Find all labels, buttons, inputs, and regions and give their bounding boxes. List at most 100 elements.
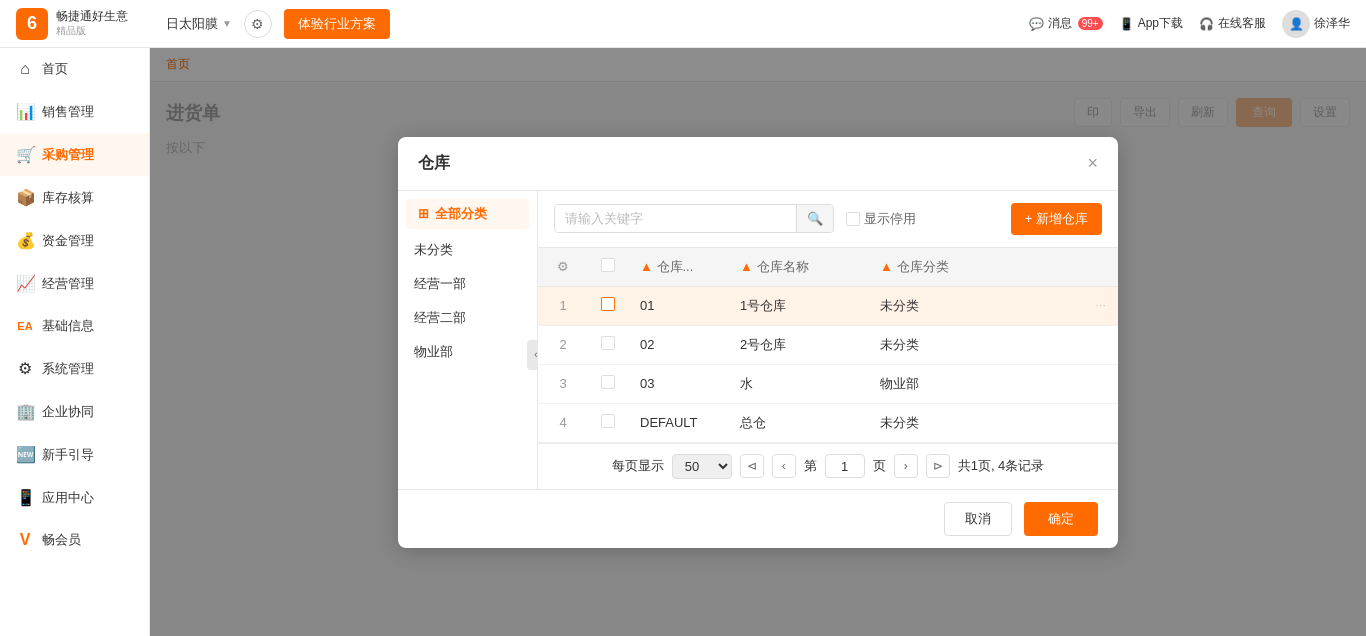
- sidebar-label-enterprise: 企业协同: [42, 403, 94, 421]
- sidebar-item-basic[interactable]: EA 基础信息: [0, 305, 149, 347]
- cell-code: 03: [628, 364, 728, 403]
- modal-close-button[interactable]: ×: [1087, 153, 1098, 174]
- cell-checkbox[interactable]: [588, 403, 628, 442]
- confirm-button[interactable]: 确定: [1024, 502, 1098, 536]
- notification-item[interactable]: 💬 消息 99+: [1029, 15, 1103, 32]
- sort-icon-code: ▲: [640, 259, 653, 274]
- sidebar-label-guide: 新手引导: [42, 446, 94, 464]
- search-input[interactable]: [555, 205, 796, 232]
- next-page-button[interactable]: ›: [894, 454, 918, 478]
- row-checkbox[interactable]: [601, 375, 615, 389]
- more-options[interactable]: ···: [1095, 297, 1106, 312]
- guide-icon: 🆕: [16, 445, 34, 464]
- sidebar-item-finance[interactable]: 💰 资金管理: [0, 219, 149, 262]
- category-item-property[interactable]: 物业部: [398, 335, 537, 369]
- warehouse-table: ⚙ ▲ 仓库...: [538, 248, 1118, 443]
- inventory-icon: 📦: [16, 188, 34, 207]
- sidebar-item-sales[interactable]: 📊 销售管理: [0, 90, 149, 133]
- finance-icon: 💰: [16, 231, 34, 250]
- th-name: ▲ 仓库名称: [728, 248, 868, 287]
- trial-button[interactable]: 体验行业方案: [284, 9, 390, 39]
- sidebar-item-member[interactable]: V 畅会员: [0, 519, 149, 561]
- sidebar-label-sales: 销售管理: [42, 103, 94, 121]
- category-item-ops1[interactable]: 经营一部: [398, 267, 537, 301]
- cell-index: 2: [538, 325, 588, 364]
- category-item-unclassified[interactable]: 未分类: [398, 233, 537, 267]
- user-profile-item[interactable]: 👤 徐泽华: [1282, 10, 1350, 38]
- cell-name: 水: [728, 364, 868, 403]
- collapse-button[interactable]: «: [527, 340, 538, 370]
- category-all-item[interactable]: ⊞ 全部分类: [406, 199, 529, 229]
- home-icon: ⌂: [16, 60, 34, 78]
- app-download-item[interactable]: 📱 App下载: [1119, 15, 1183, 32]
- sidebar-item-inventory[interactable]: 📦 库存核算: [0, 176, 149, 219]
- enterprise-icon: 🏢: [16, 402, 34, 421]
- cancel-button[interactable]: 取消: [944, 502, 1012, 536]
- cell-checkbox[interactable]: [588, 325, 628, 364]
- sidebar-item-system[interactable]: ⚙ 系统管理: [0, 347, 149, 390]
- online-service-item[interactable]: 🎧 在线客服: [1199, 15, 1266, 32]
- table-row[interactable]: 1 01 1号仓库 未分类 ···: [538, 286, 1118, 325]
- company-name: 畅捷通好生意: [56, 9, 128, 25]
- add-warehouse-button[interactable]: + 新增仓库: [1011, 203, 1102, 235]
- per-page-label: 每页显示: [612, 457, 664, 475]
- show-disabled-checkbox[interactable]: [846, 212, 860, 226]
- cell-checkbox[interactable]: [588, 286, 628, 325]
- branch-selector[interactable]: 日太阳膜 ▼: [166, 15, 232, 33]
- cell-checkbox[interactable]: [588, 364, 628, 403]
- th-code: ▲ 仓库...: [628, 248, 728, 287]
- page-word: 第: [804, 457, 817, 475]
- table-row[interactable]: 3 03 水 物业部: [538, 364, 1118, 403]
- category-item-ops2[interactable]: 经营二部: [398, 301, 537, 335]
- warehouse-modal: 仓库 × ⊞ 全部分类 未分类 经营一部 经营二部 物业部: [398, 137, 1118, 548]
- th-category-label: 仓库分类: [897, 259, 949, 274]
- sidebar-label-member: 畅会员: [42, 531, 81, 549]
- search-button[interactable]: 🔍: [796, 205, 833, 232]
- modal-header: 仓库 ×: [398, 137, 1118, 191]
- search-box: 🔍: [554, 204, 834, 233]
- cell-index: 4: [538, 403, 588, 442]
- notification-label: 消息: [1048, 15, 1072, 32]
- sidebar-label-purchase: 采购管理: [42, 146, 94, 164]
- sidebar-item-operations[interactable]: 📈 经营管理: [0, 262, 149, 305]
- online-service-label: 在线客服: [1218, 15, 1266, 32]
- row-checkbox[interactable]: [601, 297, 615, 311]
- sidebar-item-enterprise[interactable]: 🏢 企业协同: [0, 390, 149, 433]
- sidebar: ⌂ 首页 📊 销售管理 🛒 采购管理 📦 库存核算 💰 资金管理 📈 经营管理 …: [0, 48, 150, 636]
- row-checkbox[interactable]: [601, 414, 615, 428]
- grid-icon: ⊞: [418, 206, 429, 221]
- th-code-label: 仓库...: [657, 259, 694, 274]
- th-checkbox: [588, 248, 628, 287]
- content-area: 首页 进货单 印 导出 刷新 查询 设置 按以下 仓库: [150, 48, 1366, 636]
- first-page-button[interactable]: ⊲: [740, 454, 764, 478]
- sidebar-item-home[interactable]: ⌂ 首页: [0, 48, 149, 90]
- top-header: 6 畅捷通好生意 精品版 日太阳膜 ▼ ⚙ 体验行业方案 💬 消息 99+ 📱 …: [0, 0, 1366, 48]
- show-disabled-toggle[interactable]: 显示停用: [846, 210, 916, 228]
- settings-icon: ⚙: [557, 259, 569, 274]
- sidebar-item-apps[interactable]: 📱 应用中心: [0, 476, 149, 519]
- sidebar-item-purchase[interactable]: 🛒 采购管理: [0, 133, 149, 176]
- notification-badge: 99+: [1078, 17, 1103, 30]
- row-checkbox[interactable]: [601, 336, 615, 350]
- th-name-label: 仓库名称: [757, 259, 809, 274]
- username-label: 徐泽华: [1314, 15, 1350, 32]
- last-page-button[interactable]: ⊳: [926, 454, 950, 478]
- table-row[interactable]: 2 02 2号仓库 未分类: [538, 325, 1118, 364]
- table-header-row: ⚙ ▲ 仓库...: [538, 248, 1118, 287]
- modal-body: ⊞ 全部分类 未分类 经营一部 经营二部 物业部 «: [398, 191, 1118, 489]
- per-page-select[interactable]: 50 100 200: [672, 454, 732, 479]
- settings-button[interactable]: ⚙: [244, 10, 272, 38]
- modal-footer: 取消 确定: [398, 489, 1118, 548]
- user-avatar: 👤: [1282, 10, 1310, 38]
- prev-page-button[interactable]: ‹: [772, 454, 796, 478]
- edition-label: 精品版: [56, 24, 128, 38]
- table-toolbar: 🔍 显示停用 + 新增仓库: [538, 191, 1118, 248]
- basic-icon: EA: [16, 320, 34, 332]
- th-category: ▲ 仓库分类: [868, 248, 1118, 287]
- cell-category: 未分类: [868, 403, 1118, 442]
- page-number-input[interactable]: [825, 454, 865, 478]
- sidebar-item-guide[interactable]: 🆕 新手引导: [0, 433, 149, 476]
- logo-area: 6 畅捷通好生意 精品版: [16, 8, 166, 40]
- table-row[interactable]: 4 DEFAULT 总仓 未分类: [538, 403, 1118, 442]
- select-all-checkbox[interactable]: [601, 258, 615, 272]
